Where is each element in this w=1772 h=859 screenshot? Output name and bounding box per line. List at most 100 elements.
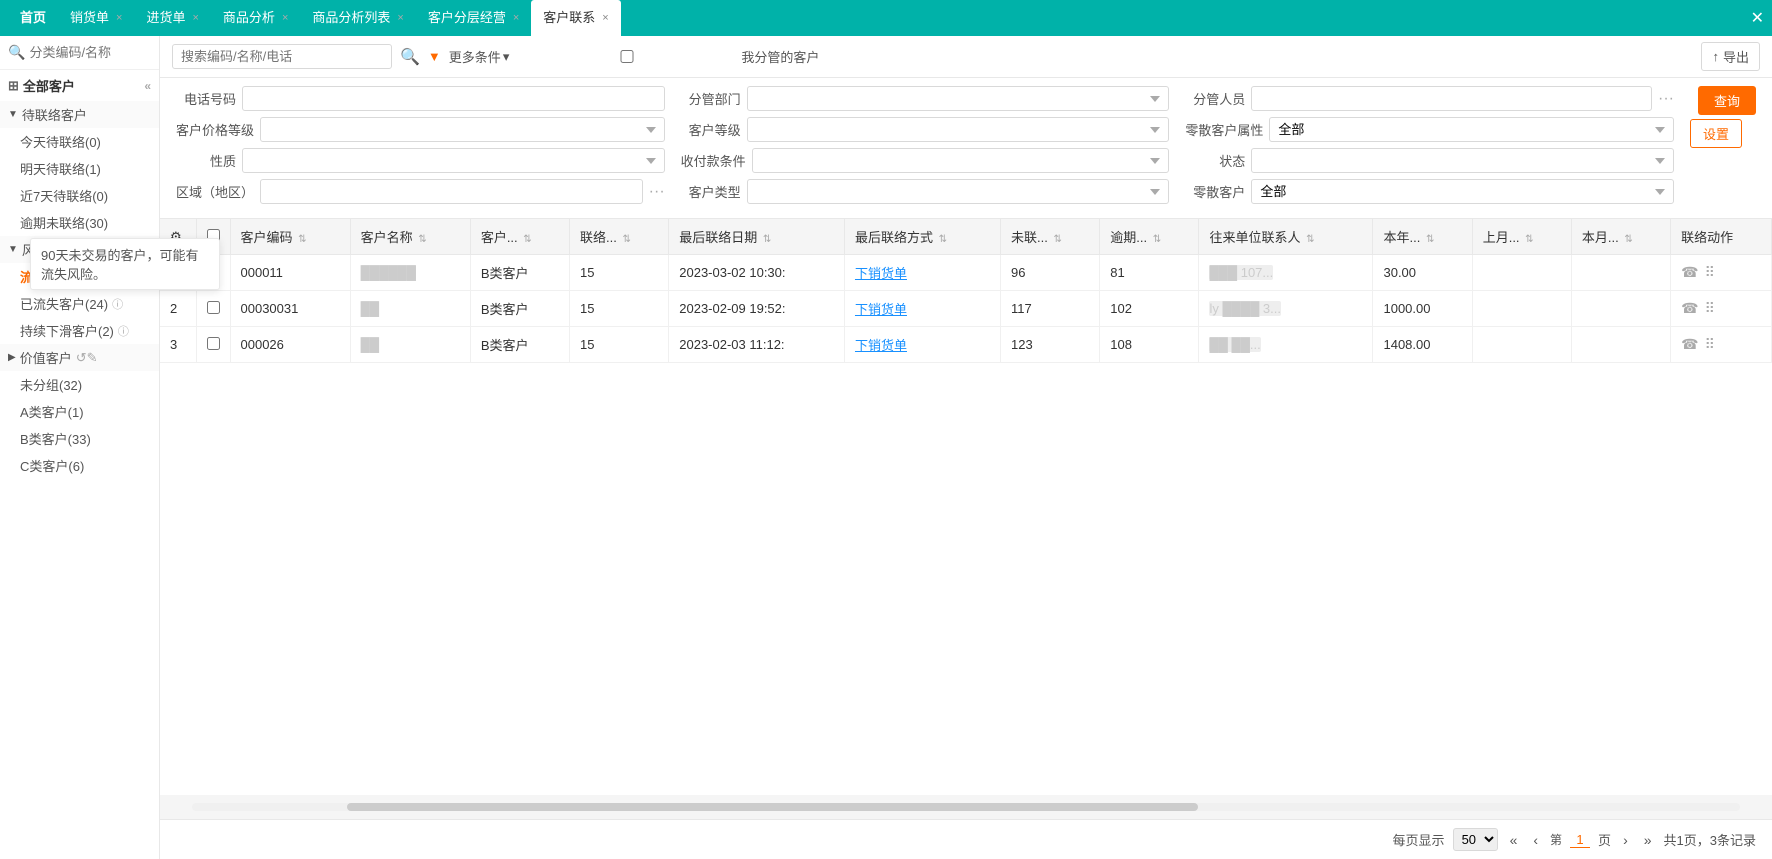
refresh-icon[interactable]: ↺ [76, 350, 87, 366]
nav-close-tier[interactable]: × [513, 0, 519, 36]
main-layout: 🔍 ⊞ 全部客户 « ▼ 待联络客户 今天待联络(0) 明天待联络(1) 近7天… [0, 36, 1772, 859]
nav-close-purchase[interactable]: × [192, 0, 198, 36]
th-code[interactable]: 客户编码 ⇅ [230, 219, 350, 255]
th-overdue[interactable]: 逾期... ⇅ [1100, 219, 1199, 255]
filter-zero-retail: 零散客户 全部 [1185, 179, 1674, 204]
td-checkbox-3[interactable] [196, 327, 230, 363]
nav-customer-contact[interactable]: 客户联系 × [531, 0, 620, 36]
sidebar-item-class-a[interactable]: A类客户(1) [0, 398, 159, 425]
zero-retail-select[interactable]: 全部 [1251, 179, 1674, 204]
nav-home[interactable]: 首页 [8, 0, 58, 36]
region-input[interactable] [260, 179, 643, 204]
manager-input[interactable] [1251, 86, 1652, 111]
sidebar-item-class-c[interactable]: C类客户(6) [0, 452, 159, 479]
price-level-select[interactable] [260, 117, 665, 142]
filter-icon: ▼ [428, 49, 441, 64]
nav-close-saleslip[interactable]: × [116, 0, 122, 36]
row-checkbox-3[interactable] [207, 337, 220, 350]
sort-icon-uncontacted: ⇅ [1054, 234, 1062, 245]
th-uncontacted[interactable]: 未联... ⇅ [1001, 219, 1100, 255]
sidebar-item-today-contact[interactable]: 今天待联络(0) [0, 128, 159, 155]
sort-icon-overdue: ⇅ [1153, 234, 1161, 245]
status-label: 状态 [1185, 151, 1245, 170]
window-close-button[interactable]: ✕ [1751, 8, 1764, 28]
nav-close-analysis[interactable]: × [282, 0, 288, 36]
search-action-button[interactable]: 查询 [1698, 86, 1756, 115]
sidebar-item-ungrouped[interactable]: 未分组(32) [0, 371, 159, 398]
region-more-btn[interactable]: ··· [649, 183, 665, 201]
th-current-year[interactable]: 本年... ⇅ [1373, 219, 1472, 255]
sidebar-section-waiting[interactable]: ▼ 待联络客户 [0, 101, 159, 128]
sidebar-search-input[interactable] [29, 45, 151, 60]
first-page-btn[interactable]: « [1506, 830, 1522, 850]
status-select[interactable] [1251, 148, 1674, 173]
td-last-method-2[interactable]: 下销货单 [844, 291, 1000, 327]
th-type[interactable]: 客户... ⇅ [470, 219, 569, 255]
search-input[interactable] [172, 44, 392, 69]
sort-icon-contact: ⇅ [623, 234, 631, 245]
sidebar-item-churned[interactable]: 已流失客户(24) ⓘ [0, 290, 159, 317]
sidebar-section-value[interactable]: ▶ 价值客户 ↺ ✎ [0, 344, 159, 371]
filter-payment: 收付款条件 [681, 148, 1170, 173]
nav-close-analysis-list[interactable]: × [397, 0, 403, 36]
action-more-icon-2[interactable]: ⠿ [1705, 300, 1715, 317]
my-customers-checkbox-label[interactable]: 我分管的客户 [517, 47, 819, 66]
prev-page-btn[interactable]: ‹ [1529, 830, 1542, 850]
next-page-btn[interactable]: › [1619, 830, 1632, 850]
sidebar-collapse-btn[interactable]: « [144, 79, 151, 93]
search-button[interactable]: 🔍 [400, 47, 420, 67]
th-contact-num[interactable]: 联络... ⇅ [570, 219, 669, 255]
filter-status: 状态 [1185, 148, 1674, 173]
th-last-date[interactable]: 最后联络日期 ⇅ [669, 219, 845, 255]
sidebar-item-overdue-contact[interactable]: 逾期未联络(30) [0, 209, 159, 236]
action-contact-icon-3[interactable]: ☎ [1681, 336, 1698, 353]
h-scrollbar[interactable] [192, 803, 1740, 811]
action-more-icon-3[interactable]: ⠿ [1705, 336, 1715, 353]
td-last-method-3[interactable]: 下销货单 [844, 327, 1000, 363]
td-checkbox-2[interactable] [196, 291, 230, 327]
nav-purchaseorder[interactable]: 进货单 × [134, 0, 210, 36]
customer-level-select[interactable] [747, 117, 1170, 142]
nav-product-analysis-list[interactable]: 商品分析列表 × [300, 0, 415, 36]
h-scrollbar-thumb[interactable] [347, 803, 1198, 811]
more-conditions-btn[interactable]: 更多条件 ▾ [449, 47, 510, 66]
filter-price-level: 客户价格等级 [176, 117, 665, 142]
nav-customer-tier[interactable]: 客户分层经营 × [416, 0, 531, 36]
sidebar-all-customers[interactable]: ⊞ 全部客户 « [0, 70, 159, 101]
sidebar-item-7day-contact[interactable]: 近7天待联络(0) [0, 182, 159, 209]
th-last-method[interactable]: 最后联络方式 ⇅ [844, 219, 1000, 255]
customer-type-select[interactable] [747, 179, 1170, 204]
phone-input[interactable] [242, 86, 665, 111]
page-size-select[interactable]: 50 [1453, 828, 1498, 851]
edit-icon[interactable]: ✎ [87, 350, 98, 366]
action-more-icon-1[interactable]: ⠿ [1705, 264, 1715, 281]
zero-attr-label: 零散客户属性 [1185, 120, 1263, 139]
th-name[interactable]: 客户名称 ⇅ [350, 219, 470, 255]
table-header-row: ⚙ 客户编码 ⇅ 客户名称 ⇅ 客户... ⇅ [160, 219, 1772, 255]
manager-more-btn[interactable]: ··· [1658, 90, 1674, 108]
sidebar-item-declining[interactable]: 持续下滑客户(2) ⓘ [0, 317, 159, 344]
settings-button[interactable]: 设置 [1690, 119, 1742, 148]
th-current-month[interactable]: 本月... ⇅ [1571, 219, 1670, 255]
export-button[interactable]: ↑ 导出 [1701, 42, 1760, 71]
payment-select[interactable] [752, 148, 1170, 173]
last-page-btn[interactable]: » [1640, 830, 1656, 850]
td-last-method-1[interactable]: 下销货单 [844, 255, 1000, 291]
nav-saleslip[interactable]: 销货单 × [58, 0, 134, 36]
my-customers-checkbox[interactable] [517, 50, 737, 63]
sidebar-item-tomorrow-contact[interactable]: 明天待联络(1) [0, 155, 159, 182]
td-contact-num-3: 15 [570, 327, 669, 363]
action-contact-icon-1[interactable]: ☎ [1681, 264, 1698, 281]
th-contact-person[interactable]: 往来单位联系人 ⇅ [1199, 219, 1373, 255]
nav-product-analysis[interactable]: 商品分析 × [211, 0, 300, 36]
zero-attr-select[interactable]: 全部 [1269, 117, 1674, 142]
filter-customer-level: 客户等级 [681, 117, 1170, 142]
td-uncontacted-3: 123 [1001, 327, 1100, 363]
sidebar-item-class-b[interactable]: B类客户(33) [0, 425, 159, 452]
dept-select[interactable] [747, 86, 1170, 111]
th-last-month[interactable]: 上月... ⇅ [1472, 219, 1571, 255]
nature-select[interactable] [242, 148, 665, 173]
nav-close-contact[interactable]: × [602, 0, 608, 36]
row-checkbox-2[interactable] [207, 301, 220, 314]
action-contact-icon-2[interactable]: ☎ [1681, 300, 1698, 317]
